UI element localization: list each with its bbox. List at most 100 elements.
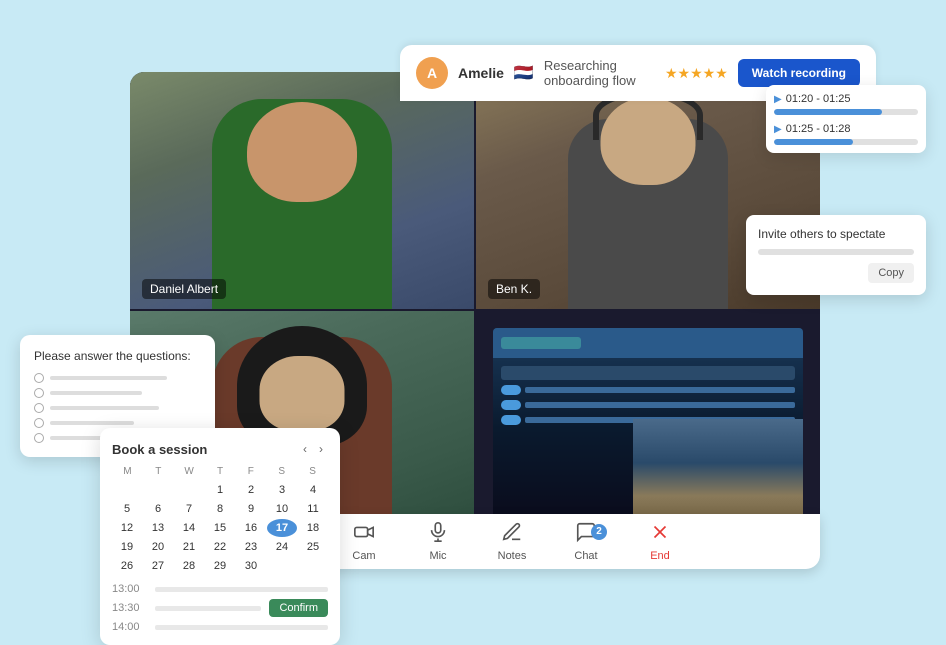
qa-option: [34, 388, 201, 398]
calendar-day[interactable]: 21: [174, 538, 204, 556]
calendar-day[interactable]: 4: [298, 481, 328, 499]
time-slot-row: 14:00: [112, 621, 328, 633]
screen-toggle-1: [501, 385, 521, 395]
flag-icon: 🇳🇱: [514, 63, 534, 83]
calendar-day[interactable]: 29: [205, 557, 235, 575]
calendar-day[interactable]: 10: [267, 500, 297, 518]
qa-radio[interactable]: [34, 403, 44, 413]
calendar-day[interactable]: 13: [143, 519, 173, 537]
recording-bar-fill: [774, 109, 882, 115]
calendar-day[interactable]: 24: [267, 538, 297, 556]
calendar-day[interactable]: 7: [174, 500, 204, 518]
invite-panel: Invite others to spectate Copy: [746, 215, 926, 295]
cam-icon: [353, 521, 375, 547]
calendar-day: [174, 481, 204, 499]
calendar-day[interactable]: 25: [298, 538, 328, 556]
calendar-day[interactable]: 28: [174, 557, 204, 575]
calendar-day[interactable]: 18: [298, 519, 328, 537]
end-label: End: [650, 550, 670, 562]
calendar-day[interactable]: 26: [112, 557, 142, 575]
recording-progress-bar: [774, 139, 918, 145]
confirm-button[interactable]: Confirm: [269, 599, 328, 617]
invite-title: Invite others to spectate: [758, 227, 914, 241]
calendar-next-button[interactable]: ›: [314, 440, 328, 458]
notes-button[interactable]: Notes: [477, 518, 547, 566]
calendar-day[interactable]: 15: [205, 519, 235, 537]
screen-city-image: [633, 419, 803, 530]
time-slot-row: 13:00: [112, 583, 328, 595]
recordings-panel: ▶ 01:20 - 01:25 ▶ 01:25 - 01:28: [766, 85, 926, 153]
qa-line: [50, 391, 142, 395]
mic-icon: [427, 521, 449, 547]
chat-button[interactable]: 2 Chat: [551, 518, 621, 566]
calendar-day[interactable]: 9: [236, 500, 266, 518]
day-header-t: T: [143, 466, 174, 477]
play-icon[interactable]: ▶: [774, 94, 782, 105]
calendar-day: [143, 481, 173, 499]
calendar-day[interactable]: 27: [143, 557, 173, 575]
calendar-day[interactable]: 19: [112, 538, 142, 556]
day-header-f: F: [235, 466, 266, 477]
calendar-day[interactable]: 3: [267, 481, 297, 499]
screen-toggle-2: [501, 400, 521, 410]
day-header-m: M: [112, 466, 143, 477]
time-slot-row: 13:30 Confirm: [112, 599, 328, 617]
notes-icon: [501, 521, 523, 547]
cam-label: Cam: [352, 550, 375, 562]
qa-radio[interactable]: [34, 433, 44, 443]
screen-line-1: [525, 387, 795, 393]
calendar-day[interactable]: 16: [236, 519, 266, 537]
qa-option: [34, 373, 201, 383]
daniel-video-bg: [130, 72, 474, 309]
session-title: Researching onboarding flow: [544, 58, 655, 88]
qa-option: [34, 418, 201, 428]
day-header-w: W: [174, 466, 205, 477]
mic-button[interactable]: Mic: [403, 518, 473, 566]
calendar-day[interactable]: 11: [298, 500, 328, 518]
calendar-day: [112, 481, 142, 499]
calendar-day[interactable]: 17: [267, 519, 297, 537]
calendar-day[interactable]: 2: [236, 481, 266, 499]
calendar-day[interactable]: 12: [112, 519, 142, 537]
copy-button[interactable]: Copy: [868, 263, 914, 283]
screen-toggle-3: [501, 415, 521, 425]
calendar-prev-button[interactable]: ‹: [298, 440, 312, 458]
screen-line-2: [525, 402, 795, 408]
video-label-ben: Ben K.: [488, 279, 540, 299]
calendar-day: [298, 557, 328, 575]
video-cell-daniel: Daniel Albert: [130, 72, 474, 309]
calendar-day[interactable]: 30: [236, 557, 266, 575]
calendar-day[interactable]: 23: [236, 538, 266, 556]
chat-label: Chat: [574, 550, 597, 562]
recording-progress-bar: [774, 109, 918, 115]
calendar-day[interactable]: 14: [174, 519, 204, 537]
calendar-header: Book a session ‹ ›: [112, 440, 328, 458]
time-label: 13:30: [112, 602, 147, 614]
calendar-day[interactable]: 20: [143, 538, 173, 556]
calendar-grid: M T W T F S S 12345678910111213141516171…: [112, 466, 328, 575]
play-icon[interactable]: ▶: [774, 124, 782, 135]
watch-recording-button[interactable]: Watch recording: [738, 59, 860, 87]
video-label-daniel: Daniel Albert: [142, 279, 226, 299]
qa-line: [50, 376, 167, 380]
qa-radio[interactable]: [34, 373, 44, 383]
day-header-t2: T: [205, 466, 236, 477]
time-slot-bar: [155, 587, 328, 592]
qa-radio[interactable]: [34, 418, 44, 428]
recording-item: ▶ 01:20 - 01:25: [774, 93, 918, 115]
daniel-head: [247, 102, 357, 202]
calendar-day[interactable]: 8: [205, 500, 235, 518]
day-header-s2: S: [297, 466, 328, 477]
qa-line: [50, 421, 134, 425]
calendar-day[interactable]: 22: [205, 538, 235, 556]
calendar-day: [267, 557, 297, 575]
calendar-day[interactable]: 5: [112, 500, 142, 518]
qa-radio[interactable]: [34, 388, 44, 398]
end-button[interactable]: End: [625, 518, 695, 566]
chat-badge: 2: [591, 524, 607, 540]
video-cell-screen: Paula's screen: [476, 311, 820, 548]
calendar-day[interactable]: 1: [205, 481, 235, 499]
screen-top-bar: [493, 328, 803, 358]
time-slot-bar: [155, 625, 328, 630]
calendar-day[interactable]: 6: [143, 500, 173, 518]
